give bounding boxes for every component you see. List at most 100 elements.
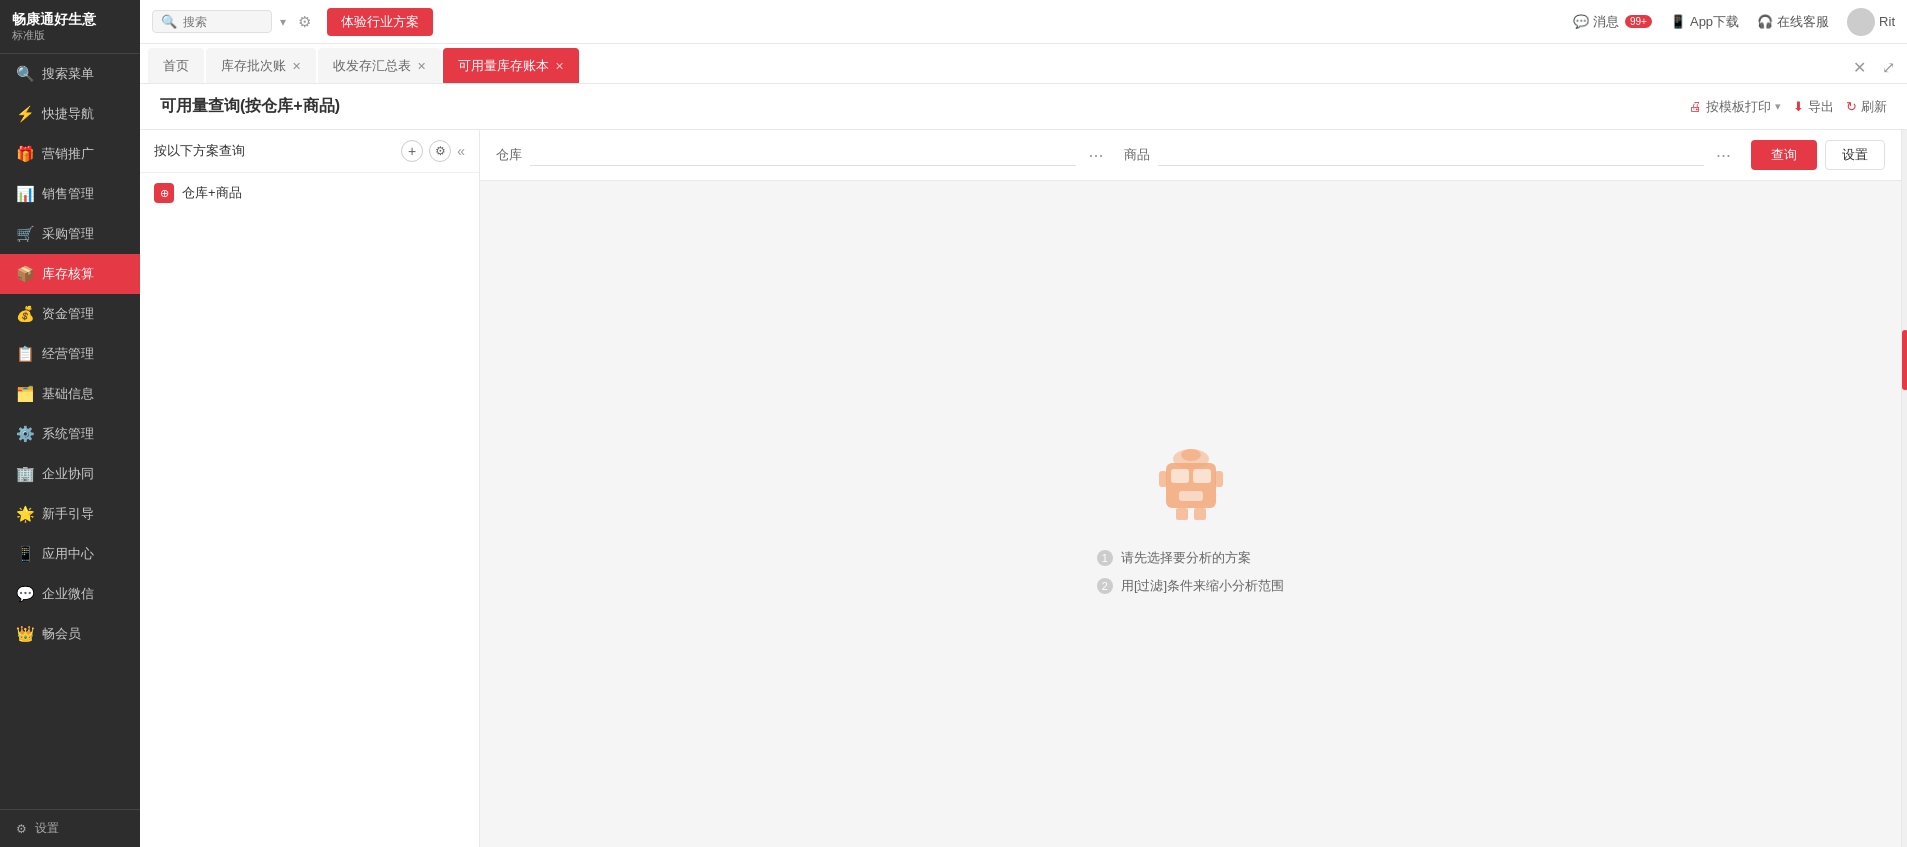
filter-header: 按以下方案查询 + ⚙ « [140,130,479,173]
refresh-icon: ↻ [1846,99,1857,114]
warehouse-input[interactable] [530,144,1076,166]
basic-info-icon: 🗂️ [16,385,34,403]
export-icon: ⬇ [1793,99,1804,114]
sidebar-item-purchase-mgmt[interactable]: 🛒 采购管理 [0,214,140,254]
topbar-gear-icon[interactable]: ⚙ [298,13,311,31]
goods-input[interactable] [1158,144,1704,166]
topbar: 🔍 ▾ ⚙ 体验行业方案 💬 消息 99+ 📱 App下载 🎧 在线客服 Rit [140,0,1907,44]
sidebar-item-shortcut[interactable]: ⚡ 快捷导航 [0,94,140,134]
user-avatar-area[interactable]: Rit [1847,8,1895,36]
sidebar-item-app-center[interactable]: 📱 应用中心 [0,534,140,574]
refresh-button[interactable]: ↻ 刷新 [1846,98,1887,116]
filter-panel: 按以下方案查询 + ⚙ « ⊕ 仓库+商品 [140,130,480,847]
sidebar-logo-sub: 标准版 [12,28,128,43]
sidebar-item-label: 营销推广 [42,145,94,163]
tab-expand-button[interactable]: ⤢ [1878,56,1899,79]
query-button[interactable]: 查询 [1751,140,1817,170]
print-chevron-icon: ▾ [1775,100,1781,113]
filter-set-button[interactable]: ⚙ [429,140,451,162]
empty-text: 1 请先选择要分析的方案 2 用[过滤]条件来缩小分析范围 [1097,549,1284,595]
tab-available-ledger[interactable]: 可用量库存账本 ✕ [443,48,579,83]
sidebar-item-search[interactable]: 🔍 搜索菜单 [0,54,140,94]
export-button[interactable]: ⬇ 导出 [1793,98,1834,116]
sidebar-bottom[interactable]: ⚙ 设置 [0,809,140,847]
sidebar-item-label: 快捷导航 [42,105,94,123]
goods-more-button[interactable]: ··· [1712,145,1735,166]
tab-close-icon[interactable]: ✕ [292,60,301,73]
main: 🔍 ▾ ⚙ 体验行业方案 💬 消息 99+ 📱 App下载 🎧 在线客服 Rit [140,0,1907,847]
filter-add-button[interactable]: + [401,140,423,162]
sidebar-item-inventory[interactable]: 📦 库存核算 [0,254,140,294]
print-button[interactable]: 🖨 按模板打印 ▾ [1689,98,1781,116]
newbie-icon: 🌟 [16,505,34,523]
tab-label: 收发存汇总表 [333,57,411,75]
message-button[interactable]: 💬 消息 99+ [1573,13,1652,31]
scrollbar-thumb[interactable] [1902,330,1907,390]
solution-button[interactable]: 体验行业方案 [327,8,433,36]
tab-home[interactable]: 首页 [148,48,204,83]
tab-close-all-button[interactable]: ✕ [1849,56,1870,79]
sidebar-item-label: 企业微信 [42,585,94,603]
sidebar-item-label: 经营管理 [42,345,94,363]
svg-rect-1 [1171,469,1189,483]
sidebar-item-label: 新手引导 [42,505,94,523]
sidebar-item-system[interactable]: ⚙️ 系统管理 [0,414,140,454]
page-header: 可用量查询(按仓库+商品) 🖨 按模板打印 ▾ ⬇ 导出 ↻ 刷新 [140,84,1907,130]
sidebar-item-enterprise[interactable]: 🏢 企业协同 [0,454,140,494]
sidebar-item-marketing-promo[interactable]: 🎁 营销推广 [0,134,140,174]
page-header-actions: 🖨 按模板打印 ▾ ⬇ 导出 ↻ 刷新 [1689,98,1887,116]
service-icon: 🎧 [1757,14,1773,29]
filter-collapse-button[interactable]: « [457,143,465,159]
online-service-button[interactable]: 🎧 在线客服 [1757,13,1829,31]
sidebar-item-label: 应用中心 [42,545,94,563]
tab-close-icon[interactable]: ✕ [555,60,564,73]
tab-label: 可用量库存账本 [458,57,549,75]
app-icon: 📱 [1670,14,1686,29]
tab-close-icon[interactable]: ✕ [417,60,426,73]
topbar-search-box[interactable]: 🔍 [152,10,272,33]
sidebar-item-members[interactable]: 👑 畅会员 [0,614,140,654]
sidebar-item-finance[interactable]: 💰 资金管理 [0,294,140,334]
message-icon: 💬 [1573,14,1589,29]
filter-setting-button[interactable]: 设置 [1825,140,1885,170]
refresh-label: 刷新 [1861,98,1887,116]
sidebar-scroll: 🔍 搜索菜单⚡ 快捷导航🎁 营销推广📊 销售管理🛒 采购管理📦 库存核算💰 资金… [0,54,140,809]
scheme-label: 仓库+商品 [182,184,242,202]
sidebar-item-label: 畅会员 [42,625,81,643]
sidebar-item-label: 系统管理 [42,425,94,443]
shortcut-icon: ⚡ [16,105,34,123]
message-label: 消息 [1593,13,1619,31]
inventory-icon: 📦 [16,265,34,283]
sidebar-item-sales-mgmt[interactable]: 📊 销售管理 [0,174,140,214]
topbar-chevron-icon[interactable]: ▾ [280,15,286,29]
sidebar-item-newbie[interactable]: 🌟 新手引导 [0,494,140,534]
enterprise-icon: 🏢 [16,465,34,483]
warehouse-more-button[interactable]: ··· [1084,145,1107,166]
members-icon: 👑 [16,625,34,643]
filter-header-label: 按以下方案查询 [154,142,245,160]
empty-icon [1141,433,1241,533]
tab-batch-account[interactable]: 库存批次账✕ [206,48,316,83]
app-download-button[interactable]: 📱 App下载 [1670,13,1739,31]
sidebar-item-wechat[interactable]: 💬 企业微信 [0,574,140,614]
filter-header-actions: + ⚙ « [401,140,465,162]
svg-rect-2 [1193,469,1211,483]
search-input[interactable] [183,15,263,29]
sales-mgmt-icon: 📊 [16,185,34,203]
export-label: 导出 [1808,98,1834,116]
print-icon: 🖨 [1689,99,1702,114]
empty-hint-1: 1 请先选择要分析的方案 [1097,549,1284,567]
sidebar-item-label: 销售管理 [42,185,94,203]
avatar [1847,8,1875,36]
sidebar-item-operations[interactable]: 📋 经营管理 [0,334,140,374]
svg-rect-6 [1176,508,1188,520]
scheme-item-warehouse-goods[interactable]: ⊕ 仓库+商品 [140,173,479,213]
marketing-promo-icon: 🎁 [16,145,34,163]
tab-label: 首页 [163,57,189,75]
sidebar-item-basic-info[interactable]: 🗂️ 基础信息 [0,374,140,414]
right-scrollbar[interactable] [1901,130,1907,847]
sidebar-logo-title: 畅康通好生意 [12,10,128,28]
online-service-label: 在线客服 [1777,13,1829,31]
tab-receipt-summary[interactable]: 收发存汇总表 ✕ [318,48,441,83]
sidebar-item-label: 基础信息 [42,385,94,403]
